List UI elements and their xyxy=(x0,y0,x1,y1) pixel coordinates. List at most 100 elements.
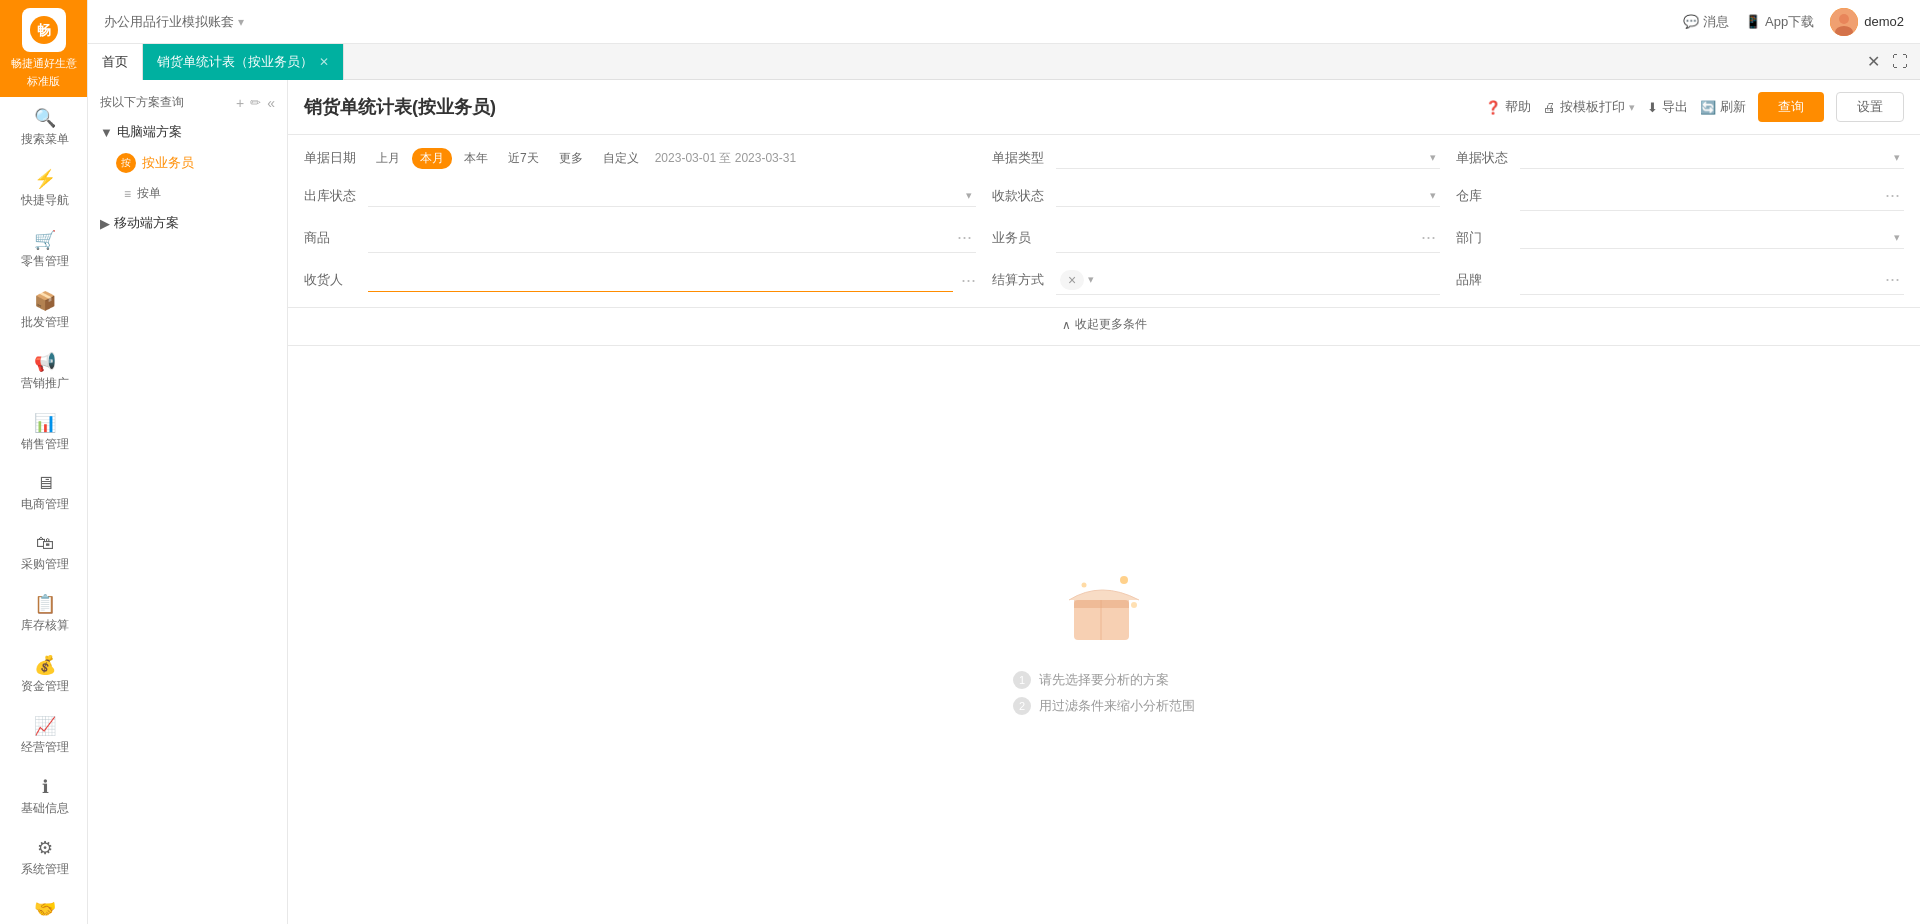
user-name: demo2 xyxy=(1864,14,1904,29)
doc-type-arrow-icon: ▾ xyxy=(1430,151,1436,164)
tip-text-2: 用过滤条件来缩小分析范围 xyxy=(1039,697,1195,715)
breadcrumb-selector[interactable]: 办公用品行业模拟账套 ▾ xyxy=(104,13,244,31)
close-tab-action-icon[interactable]: ✕ xyxy=(1863,48,1884,75)
product-dots-icon[interactable]: ··· xyxy=(957,227,972,248)
date-btn-7days[interactable]: 近7天 xyxy=(500,148,547,169)
scheme-group-mobile-label: 移动端方案 xyxy=(114,214,179,232)
date-btn-custom[interactable]: 自定义 xyxy=(595,148,647,169)
payment-method-clear-icon[interactable]: × xyxy=(1068,272,1076,288)
filter-item-dept: 部门 ▾ xyxy=(1456,227,1904,249)
payment-method-area: × ▾ xyxy=(1056,266,1440,295)
payment-method-label: 结算方式 xyxy=(992,271,1048,289)
salesperson-input-area[interactable]: ··· xyxy=(1056,223,1440,253)
marketing-icon: 📢 xyxy=(34,351,56,373)
out-status-label: 出库状态 xyxy=(304,187,360,205)
warehouse-input-area[interactable]: ··· xyxy=(1520,181,1904,211)
export-button[interactable]: ⬇ 导出 xyxy=(1647,98,1688,116)
print-template-button[interactable]: 🖨 按模板打印 ▾ xyxy=(1543,98,1635,116)
collapse-panel-button[interactable]: « xyxy=(267,95,275,111)
query-button[interactable]: 查询 xyxy=(1758,92,1824,122)
help-button[interactable]: ❓ 帮助 xyxy=(1485,98,1531,116)
salesperson-dots-icon[interactable]: ··· xyxy=(1421,227,1436,248)
tab-home[interactable]: 首页 xyxy=(88,44,143,80)
scheme-group-mobile-header[interactable]: ▶ 移动端方案 xyxy=(88,208,287,238)
filter-item-out-status: 出库状态 ▾ xyxy=(304,185,976,207)
app-download-button[interactable]: 📱 App下载 xyxy=(1745,13,1814,31)
filter-row-1: 单据日期 上月 本月 本年 近7天 更多 自定义 20 xyxy=(304,147,1904,169)
scheme-item-by-salesperson[interactable]: 按 按业务员 xyxy=(88,147,287,179)
warehouse-dots-icon[interactable]: ··· xyxy=(1885,185,1900,206)
empty-illustration xyxy=(1054,555,1154,655)
message-label: 消息 xyxy=(1703,13,1729,31)
date-btn-more[interactable]: 更多 xyxy=(551,148,591,169)
edit-scheme-button[interactable]: ✏ xyxy=(250,95,261,111)
brand-dots-icon[interactable]: ··· xyxy=(1885,269,1900,290)
date-btn-this-month[interactable]: 本月 xyxy=(412,148,452,169)
sidebar-item-operations[interactable]: 📈 经营管理 xyxy=(0,705,87,766)
logo-icon: 畅 xyxy=(22,8,66,52)
empty-tip-1: 1 请先选择要分析的方案 xyxy=(1013,671,1195,689)
filter-item-payment-method: 结算方式 × ▾ xyxy=(992,266,1440,295)
user-profile[interactable]: demo2 xyxy=(1830,8,1904,36)
app-subtitle: 标准版 xyxy=(27,74,60,88)
refresh-button[interactable]: 🔄 刷新 xyxy=(1700,98,1746,116)
receipt-status-select[interactable]: ▾ xyxy=(1056,185,1440,207)
sidebar-item-label: 经营管理 xyxy=(21,739,69,756)
wholesale-icon: 📦 xyxy=(34,290,56,312)
scheme-item-label: 按业务员 xyxy=(142,154,194,172)
product-input-area[interactable]: ··· xyxy=(368,223,976,253)
logo-area[interactable]: 畅 畅捷通好生意 标准版 xyxy=(0,0,87,97)
doc-status-select[interactable]: ▾ xyxy=(1520,147,1904,169)
add-scheme-button[interactable]: + xyxy=(236,95,244,111)
page-title: 销货单统计表(按业务员) xyxy=(304,95,496,131)
sidebar-item-label: 销售管理 xyxy=(21,436,69,453)
sidebar-item-label: 零售管理 xyxy=(21,253,69,270)
dept-select[interactable]: ▾ xyxy=(1520,227,1904,249)
date-btn-this-year[interactable]: 本年 xyxy=(456,148,496,169)
system-icon: ⚙ xyxy=(37,837,53,859)
svg-point-8 xyxy=(1120,576,1128,584)
scheme-group-pc-header[interactable]: ▼ 电脑端方案 xyxy=(88,117,287,147)
basic-info-icon: ℹ xyxy=(42,776,49,798)
enterprise-icon: 🤝 xyxy=(34,898,56,920)
sidebar-item-wholesale[interactable]: 📦 批发管理 xyxy=(0,280,87,341)
filter-row-3: 商品 ··· 业务员 ··· 部门 xyxy=(304,223,1904,253)
tab-sales-stat-label: 销货单统计表（按业务员） xyxy=(157,53,313,71)
sidebar-item-inventory[interactable]: 📋 库存核算 xyxy=(0,583,87,644)
sidebar-item-system[interactable]: ⚙ 系统管理 xyxy=(0,827,87,888)
tab-home-label: 首页 xyxy=(102,53,128,71)
payment-method-arrow-icon: ▾ xyxy=(1088,273,1094,286)
sidebar-item-finance[interactable]: 💰 资金管理 xyxy=(0,644,87,705)
settings-button[interactable]: 设置 xyxy=(1836,92,1904,122)
sidebar-item-purchase[interactable]: 🛍 采购管理 xyxy=(0,523,87,583)
search-icon: 🔍 xyxy=(34,107,56,129)
sidebar-item-shortcut[interactable]: ⚡ 快捷导航 xyxy=(0,158,87,219)
consignee-label: 收货人 xyxy=(304,271,360,289)
dept-label: 部门 xyxy=(1456,229,1512,247)
out-status-select[interactable]: ▾ xyxy=(368,185,976,207)
scheme-sub-item-by-order[interactable]: ≡ 按单 xyxy=(88,179,287,208)
doc-type-select[interactable]: ▾ xyxy=(1056,147,1440,169)
sidebar-item-basic-info[interactable]: ℹ 基础信息 xyxy=(0,766,87,827)
payment-method-clear-badge: × xyxy=(1060,270,1084,290)
filter-item-brand: 品牌 ··· xyxy=(1456,265,1904,295)
date-range-text: 2023-03-01 至 2023-03-31 xyxy=(655,150,796,167)
sidebar-item-search[interactable]: 🔍 搜索菜单 xyxy=(0,97,87,158)
expand-tab-action-icon[interactable]: ⛶ xyxy=(1888,49,1912,75)
collapse-conditions-button[interactable]: ∧ 收起更多条件 xyxy=(1050,312,1159,337)
tab-sales-stat[interactable]: 销货单统计表（按业务员） ✕ xyxy=(143,44,344,80)
tab-close-icon[interactable]: ✕ xyxy=(319,55,329,69)
message-button[interactable]: 💬 消息 xyxy=(1683,13,1729,31)
brand-input-area[interactable]: ··· xyxy=(1520,265,1904,295)
sidebar-item-sales[interactable]: 📊 销售管理 xyxy=(0,402,87,463)
consignee-dots-icon[interactable]: ··· xyxy=(961,270,976,291)
sidebar-item-ecommerce[interactable]: 🖥 电商管理 xyxy=(0,463,87,523)
export-label: 导出 xyxy=(1662,98,1688,116)
sales-icon: 📊 xyxy=(34,412,56,434)
salesperson-label: 业务员 xyxy=(992,229,1048,247)
date-btn-last-month[interactable]: 上月 xyxy=(368,148,408,169)
consignee-input[interactable] xyxy=(368,268,953,292)
sidebar-item-enterprise[interactable]: 🤝 企业协同 xyxy=(0,888,87,924)
sidebar-item-retail[interactable]: 🛒 零售管理 xyxy=(0,219,87,280)
sidebar-item-marketing[interactable]: 📢 营销推广 xyxy=(0,341,87,402)
